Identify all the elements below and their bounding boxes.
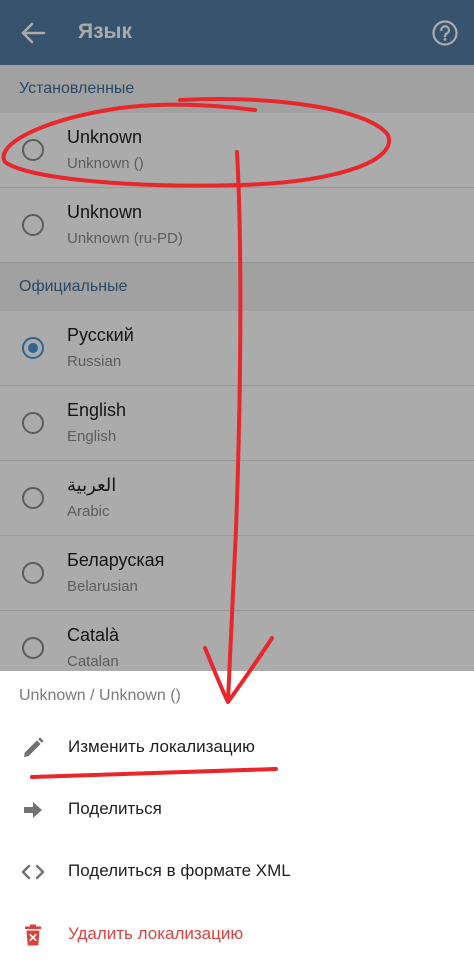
language-name: Беларуская bbox=[67, 550, 165, 570]
code-brackets-icon bbox=[21, 864, 45, 880]
language-row[interactable]: Unknown Unknown (ru-PD) bbox=[0, 188, 474, 263]
radio-button[interactable] bbox=[22, 487, 44, 509]
delete-localization-action[interactable]: Удалить локализацию bbox=[0, 906, 474, 964]
action-label: Изменить локализацию bbox=[68, 737, 255, 756]
language-row[interactable]: English English bbox=[0, 386, 474, 461]
language-subtitle: Catalan bbox=[67, 653, 119, 670]
arrow-left-icon[interactable] bbox=[18, 18, 48, 48]
language-subtitle: Unknown () bbox=[67, 155, 144, 172]
app-bar: Язык bbox=[0, 0, 474, 65]
section-title: Официальные bbox=[19, 278, 128, 295]
edit-localization-action[interactable]: Изменить локализацию bbox=[0, 719, 474, 777]
action-label: Удалить локализацию bbox=[68, 924, 244, 943]
language-row[interactable]: Català Catalan bbox=[0, 611, 474, 671]
pencil-icon bbox=[24, 737, 44, 757]
language-name: English bbox=[67, 400, 127, 420]
language-name: Русский bbox=[67, 325, 134, 345]
trash-icon bbox=[25, 924, 41, 946]
radio-button-checked[interactable] bbox=[22, 337, 44, 359]
help-circle-icon[interactable] bbox=[431, 19, 459, 47]
language-list: Установленные Unknown Unknown () Unknown… bbox=[0, 65, 474, 671]
sheet-header: Unknown / Unknown () bbox=[19, 687, 181, 704]
bottom-sheet: Unknown / Unknown () Изменить локализаци… bbox=[0, 671, 474, 965]
share-xml-action[interactable]: Поделиться в формате XML bbox=[0, 843, 474, 901]
language-row[interactable]: Беларуская Belarusian bbox=[0, 536, 474, 611]
radio-button[interactable] bbox=[22, 562, 44, 584]
section-installed: Установленные bbox=[0, 65, 474, 113]
radio-button[interactable] bbox=[22, 214, 44, 236]
language-row[interactable]: Unknown Unknown () bbox=[0, 113, 474, 188]
language-subtitle: English bbox=[67, 428, 117, 445]
action-label: Поделиться bbox=[68, 799, 162, 818]
radio-button[interactable] bbox=[22, 637, 44, 659]
language-subtitle: Russian bbox=[67, 353, 122, 370]
language-name: Unknown bbox=[67, 127, 143, 147]
share-arrow-icon bbox=[24, 802, 42, 818]
section-title: Установленные bbox=[19, 80, 135, 97]
action-label: Поделиться в формате XML bbox=[68, 861, 291, 880]
language-row[interactable]: Русский Russian bbox=[0, 311, 474, 386]
section-official: Официальные bbox=[0, 263, 474, 311]
language-subtitle: Unknown (ru-PD) bbox=[67, 230, 183, 247]
share-action[interactable]: Поделиться bbox=[0, 781, 474, 839]
radio-button[interactable] bbox=[22, 139, 44, 161]
language-subtitle: Belarusian bbox=[67, 578, 138, 595]
language-subtitle: Arabic bbox=[67, 503, 110, 520]
page-title: Язык bbox=[78, 20, 132, 43]
language-name: Català bbox=[67, 625, 120, 645]
language-name: Unknown bbox=[67, 202, 143, 222]
language-row[interactable]: العربية Arabic bbox=[0, 461, 474, 536]
radio-button[interactable] bbox=[22, 412, 44, 434]
language-name: العربية bbox=[67, 475, 117, 495]
